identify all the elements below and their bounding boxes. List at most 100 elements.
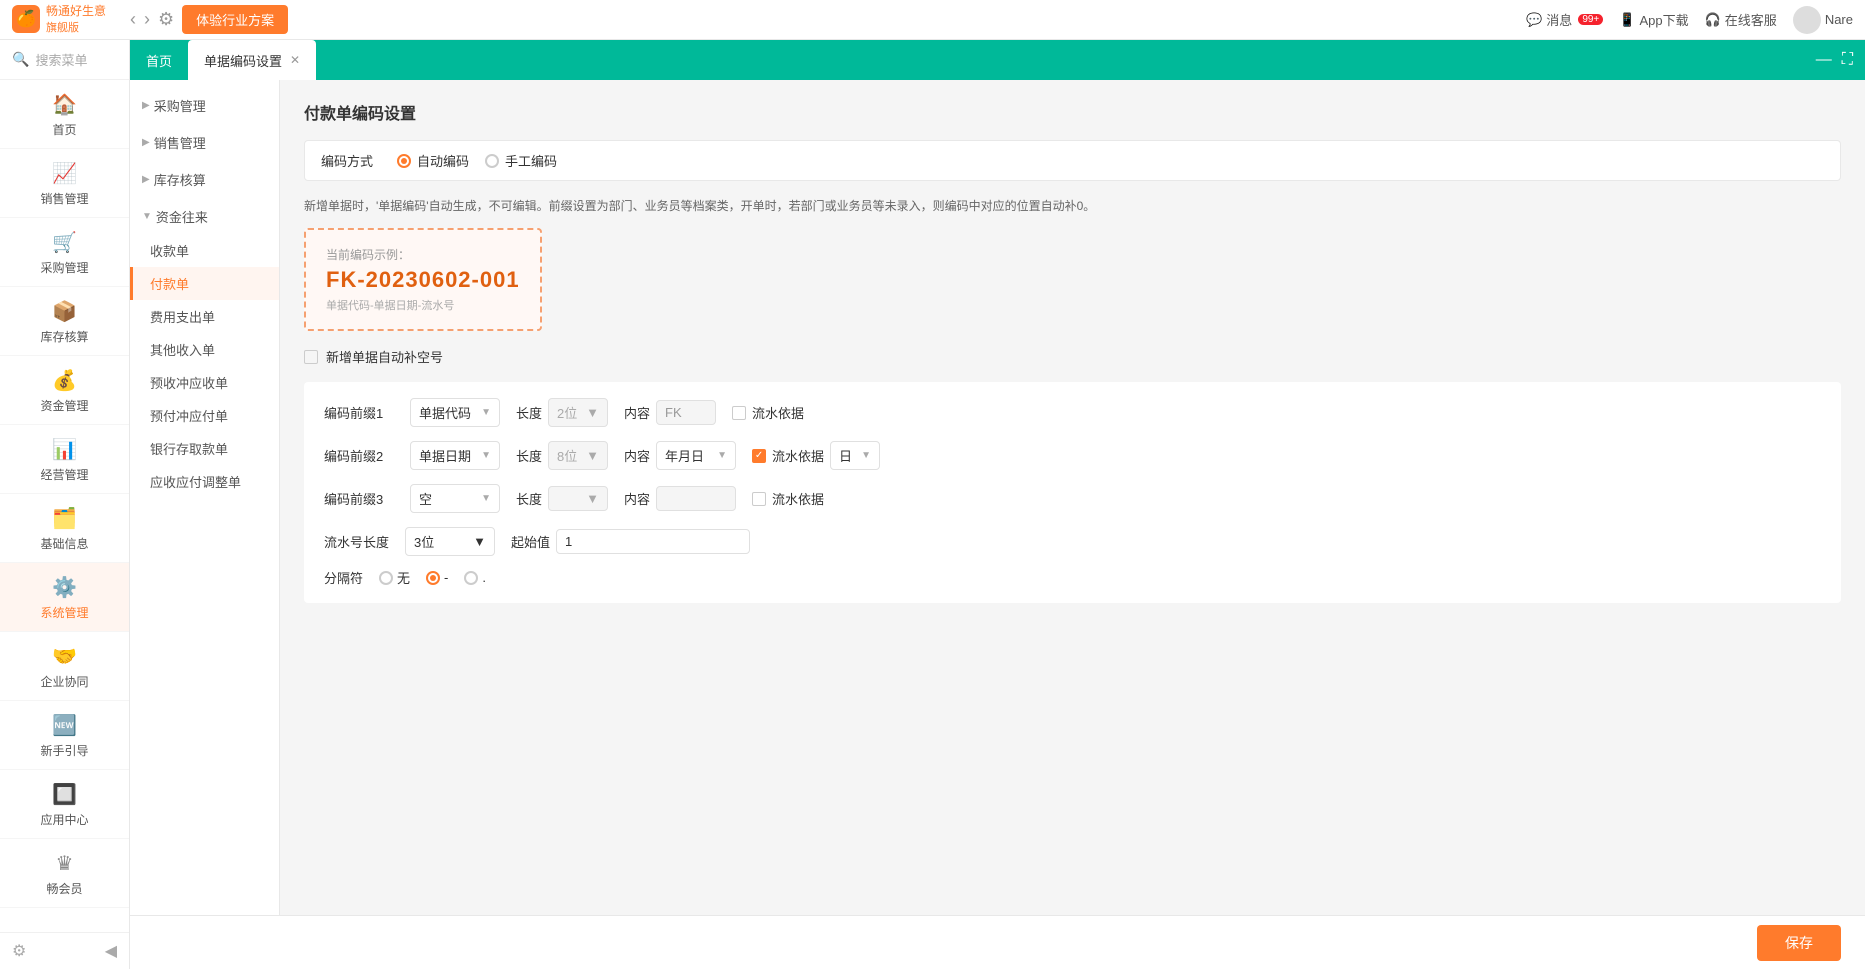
industry-btn[interactable]: 体验行业方案 xyxy=(182,5,288,34)
sub-item-payment[interactable]: 付款单 xyxy=(130,267,279,300)
sidebar-item-system[interactable]: ⚙️ 系统管理 xyxy=(0,563,129,632)
collapse-icon[interactable]: ◀ xyxy=(105,941,117,961)
tab-expand-icon[interactable]: ⛶ xyxy=(1842,51,1853,69)
tab-minimize-icon[interactable]: — xyxy=(1816,51,1832,69)
prefix3-select[interactable]: 空 ▼ xyxy=(410,484,500,513)
sub-item-ar-ap-adjust[interactable]: 应收应付调整单 xyxy=(130,465,279,498)
sub-item-other-income[interactable]: 其他收入单 xyxy=(130,333,279,366)
prefix2-length-select[interactable]: 8位 ▼ xyxy=(548,441,608,470)
prefix1-row: 编码前缀1 单据代码 ▼ 长度 2位 ▼ xyxy=(324,398,1821,427)
sub-group-inventory-title[interactable]: ▶ 库存核算 xyxy=(130,162,279,197)
prefix2-length: 长度 8位 ▼ xyxy=(516,441,608,470)
sub-item-prepay-pay[interactable]: 预付冲应付单 xyxy=(130,399,279,432)
sidebar-item-inventory[interactable]: 📦 库存核算 xyxy=(0,287,129,356)
settings-icon[interactable]: ⚙ xyxy=(158,9,174,30)
prefix3-length: 长度 ▼ xyxy=(516,486,608,511)
auto-encoding-radio[interactable]: 自动编码 xyxy=(397,151,469,170)
chevron-down-icon: ▼ xyxy=(142,211,152,222)
nav-forward-icon[interactable]: › xyxy=(144,9,150,30)
topbar-right: 💬 消息 99+ 📱 App下载 🎧 在线客服 Nare xyxy=(1526,6,1853,34)
manual-encoding-radio[interactable]: 手工编码 xyxy=(485,151,557,170)
page-title: 付款单编码设置 xyxy=(304,100,1841,124)
sep-none-option[interactable]: 无 xyxy=(379,568,410,587)
sidebar-item-operation[interactable]: 📊 经营管理 xyxy=(0,425,129,494)
sidebar-item-sales[interactable]: 📈 销售管理 xyxy=(0,149,129,218)
sub-group-sales-title[interactable]: ▶ 销售管理 xyxy=(130,125,279,160)
sales-icon: 📈 xyxy=(52,161,77,186)
auto-radio-circle xyxy=(397,154,411,168)
app-icon: 📱 xyxy=(1619,12,1635,28)
dropdown-arrow-icon: ▼ xyxy=(586,448,599,463)
serial-start-input[interactable] xyxy=(556,529,750,554)
sidebar-item-basic[interactable]: 🗂️ 基础信息 xyxy=(0,494,129,563)
serial-length-select[interactable]: 3位 ▼ xyxy=(405,527,495,556)
sidebar-item-purchase[interactable]: 🛒 采购管理 xyxy=(0,218,129,287)
auto-fill-checkbox[interactable] xyxy=(304,350,318,364)
online-service-item[interactable]: 🎧 在线客服 xyxy=(1705,10,1777,29)
app-download-item[interactable]: 📱 App下载 xyxy=(1619,10,1688,29)
serial-start: 起始值 xyxy=(511,529,750,554)
sidebar-item-finance[interactable]: 💰 资金管理 xyxy=(0,356,129,425)
chevron-right-icon: ▶ xyxy=(142,174,150,185)
sep-dash-option[interactable]: - xyxy=(426,570,448,585)
logo-icon: 🍊 xyxy=(12,5,40,33)
sidebar-item-vip[interactable]: ♛ 畅会员 xyxy=(0,839,129,908)
prefix2-flow: ✓ 流水依据 日 ▼ xyxy=(752,441,880,470)
sub-item-bank-deposit[interactable]: 银行存取款单 xyxy=(130,432,279,465)
sub-group-purchase-title[interactable]: ▶ 采购管理 xyxy=(130,88,279,123)
logo: 🍊 畅通好生意 旗舰版 xyxy=(12,4,106,34)
dropdown-arrow-icon: ▼ xyxy=(481,493,491,504)
tab-home[interactable]: 首页 xyxy=(130,40,188,80)
sub-item-expense[interactable]: 费用支出单 xyxy=(130,300,279,333)
message-item[interactable]: 💬 消息 99+ xyxy=(1526,10,1603,29)
search-icon: 🔍 xyxy=(12,51,29,68)
user-profile[interactable]: Nare xyxy=(1793,6,1853,34)
prefix2-period-select[interactable]: 日 ▼ xyxy=(830,441,880,470)
topbar: 🍊 畅通好生意 旗舰版 ‹ › ⚙ 体验行业方案 💬 消息 99+ 📱 App下… xyxy=(0,0,1865,40)
sub-item-prepay-receive[interactable]: 预收冲应收单 xyxy=(130,366,279,399)
settings-bottom-icon[interactable]: ⚙ xyxy=(12,941,26,961)
sub-group-sales: ▶ 销售管理 xyxy=(130,125,279,160)
dropdown-arrow-icon: ▼ xyxy=(586,405,599,420)
prefix1-flow-checkbox[interactable] xyxy=(732,406,746,420)
prefix2-content-select[interactable]: 年月日 ▼ xyxy=(656,441,736,470)
enterprise-icon: 🤝 xyxy=(52,644,77,669)
sub-item-receipt[interactable]: 收款单 xyxy=(130,234,279,267)
prefix1-select[interactable]: 单据代码 ▼ xyxy=(410,398,500,427)
home-icon: 🏠 xyxy=(52,92,77,117)
sidebar-item-enterprise[interactable]: 🤝 企业协同 xyxy=(0,632,129,701)
service-icon: 🎧 xyxy=(1705,12,1721,28)
logo-text: 畅通好生意 旗舰版 xyxy=(46,4,106,34)
guide-icon: 🆕 xyxy=(52,713,77,738)
save-button[interactable]: 保存 xyxy=(1757,925,1841,961)
dropdown-arrow-icon: ▼ xyxy=(861,450,871,461)
sidebar-item-home[interactable]: 🏠 首页 xyxy=(0,80,129,149)
prefix2-flow-checkbox[interactable]: ✓ xyxy=(752,449,766,463)
sep-dot-radio xyxy=(464,571,478,585)
info-text: 新增单据时，'单据编码'自动生成，不可编辑。前缀设置为部门、业务员等档案类，开单… xyxy=(304,197,1841,216)
preview-desc: 单据代码-单据日期-流水号 xyxy=(326,297,520,313)
prefix3-flow-checkbox[interactable] xyxy=(752,492,766,506)
prefix3-content: 内容 xyxy=(624,486,736,511)
chevron-right-icon: ▶ xyxy=(142,137,150,148)
message-icon: 💬 xyxy=(1526,12,1542,28)
sep-dot-option[interactable]: . xyxy=(464,570,486,585)
sub-group-capital-title[interactable]: ▼ 资金往来 xyxy=(130,199,279,234)
tab-encoding[interactable]: 单据编码设置 ✕ xyxy=(188,40,316,80)
nav-controls: ‹ › ⚙ xyxy=(130,9,174,30)
sep-dash-radio xyxy=(426,571,440,585)
prefix3-length-select[interactable]: ▼ xyxy=(548,486,608,511)
sidebar-item-guide[interactable]: 🆕 新手引导 xyxy=(0,701,129,770)
nav-back-icon[interactable]: ‹ xyxy=(130,9,136,30)
tab-close-icon[interactable]: ✕ xyxy=(290,53,300,67)
auto-fill-row: 新增单据自动补空号 xyxy=(304,347,1841,366)
preview-code: FK-20230602-001 xyxy=(326,267,520,293)
prefix2-select[interactable]: 单据日期 ▼ xyxy=(410,441,500,470)
separator-row: 分隔符 无 - . xyxy=(324,568,1821,587)
preview-label: 当前编码示例： xyxy=(326,246,520,263)
chevron-right-icon: ▶ xyxy=(142,100,150,111)
sidebar-item-apps[interactable]: 🔲 应用中心 xyxy=(0,770,129,839)
sidebar-search[interactable]: 🔍 搜索菜单 xyxy=(0,40,129,80)
main-panel: 付款单编码设置 编码方式 自动编码 手工编码 xyxy=(280,80,1865,915)
prefix1-length-select[interactable]: 2位 ▼ xyxy=(548,398,608,427)
